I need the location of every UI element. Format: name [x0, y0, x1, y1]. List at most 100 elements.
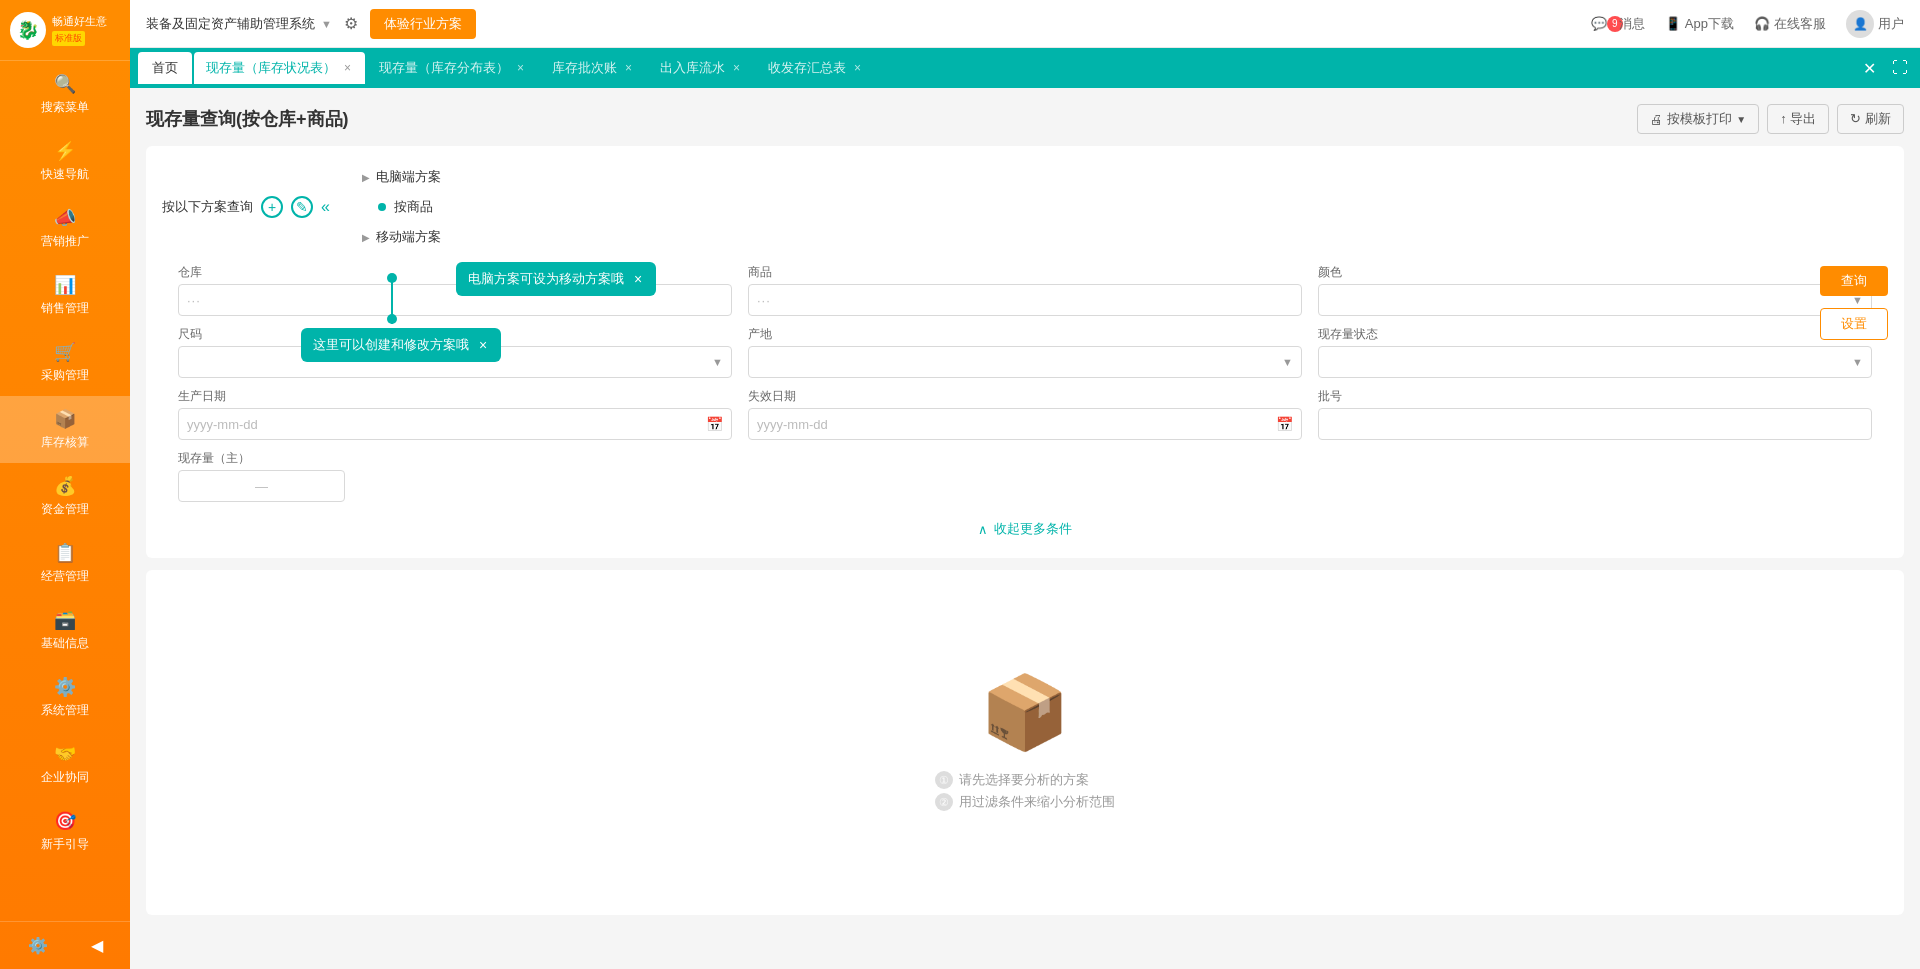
popover1-close-btn[interactable]: × [632, 271, 644, 287]
filter-back-btn[interactable]: « [321, 198, 330, 216]
stock-main-range[interactable]: — [178, 470, 345, 502]
refresh-btn[interactable]: ↻ 刷新 [1837, 104, 1904, 134]
produce-date-calendar-icon: 📅 [706, 416, 723, 432]
sidebar-item-search-menu[interactable]: 🔍 搜索菜单 [0, 61, 130, 128]
main: 装备及固定资产辅助管理系统 ▼ ⚙ 体验行业方案 💬 9 消息 📱 App下载 … [130, 0, 1920, 969]
inventory-icon: 📦 [54, 408, 76, 430]
tabbar: 首页 现存量（库存状况表） × 现存量（库存分布表） × 库存批次账 × 出入库… [130, 48, 1920, 88]
sidebar-item-sales[interactable]: 📊 销售管理 [0, 262, 130, 329]
popover-desktop-scheme: 电脑方案可设为移动方案哦 × [456, 262, 656, 296]
system-icon: ⚙️ [54, 676, 76, 698]
filter-row-1: ··· ··· ▼ [162, 284, 1888, 316]
system-name-dropdown-icon: ▼ [321, 18, 332, 30]
product-select[interactable]: ··· [748, 284, 1302, 316]
field-produce-date: yyyy-mm-dd 📅 [178, 408, 732, 440]
sidebar-bottom: ⚙️ ◀ [0, 921, 130, 969]
topbar-settings-btn[interactable]: ⚙ [344, 14, 358, 33]
quick-nav-icon: ⚡ [54, 140, 76, 162]
produce-date-input[interactable]: yyyy-mm-dd 📅 [178, 408, 732, 440]
filter-header: 按以下方案查询 + ✎ « ▶ 电脑端方案 按商品 ▶ 移 [162, 162, 1888, 252]
tab-inventory-dist[interactable]: 现存量（库存分布表） × [367, 52, 538, 84]
sidebar-collapse-btn[interactable]: ◀ [87, 932, 107, 959]
guide-icon: 🎯 [54, 810, 76, 832]
search-set-column: 查询 设置 [1820, 266, 1888, 340]
sidebar-item-basic-info[interactable]: 🗃️ 基础信息 [0, 597, 130, 664]
sidebar-item-operations[interactable]: 📋 经营管理 [0, 530, 130, 597]
tab-close-collect-summary[interactable]: × [852, 61, 863, 75]
expire-date-input[interactable]: yyyy-mm-dd 📅 [748, 408, 1302, 440]
popover2-close-btn[interactable]: × [477, 337, 489, 353]
marketing-icon: 📣 [54, 207, 76, 229]
stock-status-caret-icon: ▼ [1852, 356, 1863, 368]
origin-caret-icon: ▼ [1282, 356, 1293, 368]
field-batch-no [1318, 408, 1872, 440]
purchase-icon: 🛒 [54, 341, 76, 363]
tab-home[interactable]: 首页 [138, 52, 192, 84]
collapse-filter-btn[interactable]: ∧ 收起更多条件 [162, 512, 1888, 542]
tab-close-batch-account[interactable]: × [623, 61, 634, 75]
message-icon: 💬 [1591, 16, 1607, 31]
scheme-desktop[interactable]: ▶ 电脑端方案 [346, 162, 441, 192]
user-menu[interactable]: 👤 用户 [1846, 10, 1904, 38]
scheme-desktop-item-0[interactable]: 按商品 [346, 192, 441, 222]
sidebar-item-guide[interactable]: 🎯 新手引导 [0, 798, 130, 865]
topbar: 装备及固定资产辅助管理系统 ▼ ⚙ 体验行业方案 💬 9 消息 📱 App下载 … [130, 0, 1920, 48]
tab-inventory-status[interactable]: 现存量（库存状况表） × [194, 52, 365, 84]
message-btn[interactable]: 💬 9 消息 [1591, 15, 1645, 33]
filter-rows: 仓库商品颜色 ··· ··· ▼ [162, 264, 1888, 542]
tab-in-out-flow[interactable]: 出入库流水 × [648, 52, 754, 84]
sidebar-item-purchase[interactable]: 🛒 采购管理 [0, 329, 130, 396]
scheme-mobile-arrow: ▶ [362, 232, 370, 243]
search-menu-icon: 🔍 [54, 73, 76, 95]
tab-close-inventory-dist[interactable]: × [515, 61, 526, 75]
tab-fullscreen-btn[interactable]: ⛶ [1888, 55, 1912, 81]
sales-icon: 📊 [54, 274, 76, 296]
page-actions: 🖨 按模板打印 ▼ ↑ 导出 ↻ 刷新 [1637, 104, 1904, 134]
user-avatar: 👤 [1846, 10, 1874, 38]
filter-edit-btn[interactable]: ✎ [291, 196, 313, 218]
tab-close-in-out-flow[interactable]: × [731, 61, 742, 75]
empty-illustration: 📦 [980, 670, 1070, 755]
system-name: 装备及固定资产辅助管理系统 ▼ [146, 15, 332, 33]
scheme-mobile[interactable]: ▶ 移动端方案 [346, 222, 441, 252]
tab-batch-account[interactable]: 库存批次账 × [540, 52, 646, 84]
field-color: ▼ [1318, 284, 1872, 316]
sidebar-logo[interactable]: 🐉 畅通好生意 标准版 [0, 0, 130, 61]
connector-dot-bottom [387, 314, 397, 324]
sidebar-item-quick-nav[interactable]: ⚡ 快速导航 [0, 128, 130, 195]
sidebar-item-system[interactable]: ⚙️ 系统管理 [0, 664, 130, 731]
app-download-btn[interactable]: 📱 App下载 [1665, 15, 1734, 33]
tab-close-inventory-status[interactable]: × [342, 61, 353, 75]
tab-collect-summary[interactable]: 收发存汇总表 × [756, 52, 875, 84]
range-separator: — [255, 479, 268, 494]
empty-state: 📦 ① 请先选择要分析的方案 ② 用过滤条件来缩小分析范围 [146, 570, 1904, 915]
sidebar-item-inventory[interactable]: 📦 库存核算 [0, 396, 130, 463]
tab-close-all-btn[interactable]: ✕ [1859, 55, 1880, 82]
finance-icon: 💰 [54, 475, 76, 497]
online-support-btn[interactable]: 🎧 在线客服 [1754, 15, 1826, 33]
template-print-icon: 🖨 [1650, 112, 1663, 127]
sidebar-item-finance[interactable]: 💰 资金管理 [0, 463, 130, 530]
color-select[interactable]: ▼ [1318, 284, 1872, 316]
template-print-arrow: ▼ [1736, 114, 1746, 125]
stock-status-select[interactable]: ▼ [1318, 346, 1872, 378]
stock-main-max-input[interactable] [276, 479, 336, 494]
empty-step-1: ① 请先选择要分析的方案 [935, 771, 1115, 789]
empty-content: 📦 ① 请先选择要分析的方案 ② 用过滤条件来缩小分析范围 [935, 670, 1115, 815]
stock-main-min-input[interactable] [187, 479, 247, 494]
origin-select[interactable]: ▼ [748, 346, 1302, 378]
filter-add-btn[interactable]: + [261, 196, 283, 218]
expire-date-calendar-icon: 📅 [1276, 416, 1293, 432]
batch-no-input[interactable] [1318, 408, 1872, 440]
template-print-btn[interactable]: 🖨 按模板打印 ▼ [1637, 104, 1759, 134]
solution-btn[interactable]: 体验行业方案 [370, 9, 476, 39]
logo-text: 畅通好生意 标准版 [52, 14, 107, 46]
search-btn[interactable]: 查询 [1820, 266, 1888, 296]
filter-row-4: — [162, 470, 562, 502]
set-btn[interactable]: 设置 [1820, 308, 1888, 340]
sidebar-item-enterprise[interactable]: 🤝 企业协同 [0, 731, 130, 798]
sidebar-settings-btn[interactable]: ⚙️ [24, 932, 52, 959]
export-btn[interactable]: ↑ 导出 [1767, 104, 1829, 134]
sidebar-item-marketing[interactable]: 📣 营销推广 [0, 195, 130, 262]
field-stock-status: ▼ [1318, 346, 1872, 378]
